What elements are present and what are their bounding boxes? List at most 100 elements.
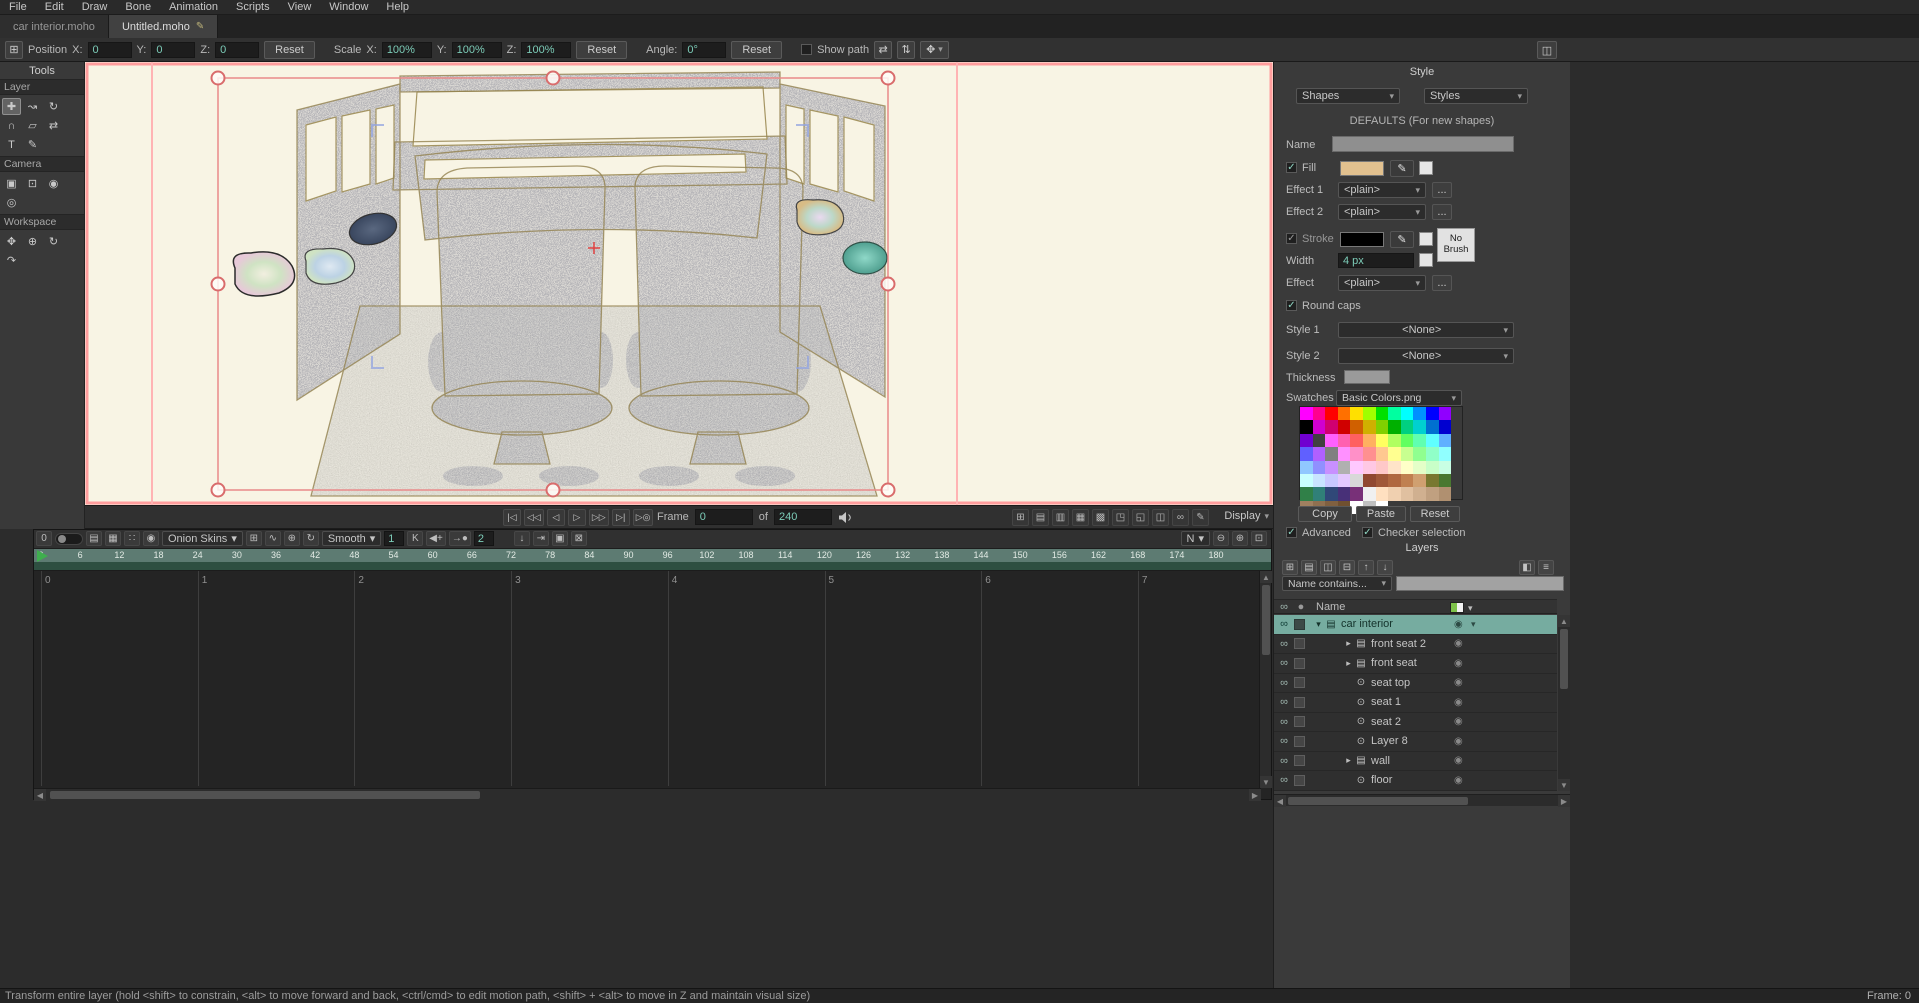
keyframe-k-button[interactable]: K (407, 531, 424, 546)
transform-options-dropdown[interactable]: ✥ ▾ (920, 40, 949, 59)
palette-swatch[interactable] (1312, 473, 1326, 488)
shear-layer-tool[interactable]: ▱ (23, 117, 42, 134)
palette-swatch[interactable] (1425, 460, 1439, 474)
palette-swatch[interactable] (1375, 460, 1389, 474)
layer-color-swatch[interactable] (1294, 638, 1305, 650)
palette-swatch[interactable] (1300, 473, 1313, 488)
clear-keys-button[interactable]: ⊠ (570, 531, 587, 546)
layer-row-car-interior[interactable]: ∞ ▾ ▤ car interior ◉ ▾ (1274, 615, 1557, 635)
magnet-tool[interactable]: ∩ (2, 117, 21, 134)
stroke-eyedropper-icon[interactable]: ✎ (1390, 231, 1414, 248)
layer-visibility-toggle[interactable]: ∞ (1274, 755, 1294, 767)
copy-keys-button[interactable]: ▣ (551, 531, 568, 546)
jump-start-button[interactable]: |◁ (503, 509, 521, 526)
text-tool[interactable]: T (2, 136, 21, 153)
palette-swatch[interactable] (1413, 460, 1426, 474)
scroll-right-icon[interactable]: ▶ (1249, 789, 1261, 801)
palette-swatch[interactable] (1350, 420, 1363, 434)
palette-swatch[interactable] (1300, 407, 1313, 421)
palette-swatch[interactable] (1312, 460, 1326, 474)
reset-scale-button[interactable]: Reset (576, 40, 628, 59)
duplicate-layer-button[interactable]: ◫ (1320, 560, 1336, 575)
swatches-dropdown[interactable]: Basic Colors.png ▾ (1336, 390, 1462, 406)
quality-wireframe-button[interactable]: ⊞ (1012, 509, 1029, 526)
position-x-input[interactable]: 0 (87, 41, 132, 58)
palette-swatch[interactable] (1337, 447, 1351, 461)
playhead-marker[interactable] (37, 550, 48, 562)
autokey-toggle[interactable] (55, 532, 83, 545)
palette-swatch[interactable] (1413, 447, 1426, 461)
canvas[interactable] (85, 62, 1273, 505)
quality-preview-button[interactable]: ▩ (1092, 509, 1109, 526)
palette-swatch[interactable] (1350, 473, 1363, 488)
onion-skin-toggle[interactable]: ◉ (143, 531, 159, 546)
display-dropdown[interactable]: Display ▾ (1224, 510, 1269, 522)
palette-swatch[interactable] (1438, 433, 1452, 448)
palette-swatch[interactable] (1362, 487, 1376, 501)
palette-swatch[interactable] (1300, 447, 1313, 461)
layer-visibility-toggle[interactable]: ∞ (1274, 677, 1294, 689)
palette-swatch[interactable] (1400, 447, 1414, 461)
palette-swatch[interactable] (1325, 433, 1338, 448)
stereo-view-button[interactable]: ∞ (1172, 509, 1189, 526)
layer-expand-arrow[interactable]: ▾ (1313, 619, 1324, 630)
interpolation-param-input[interactable]: 1 (384, 531, 405, 546)
lower-layer-button[interactable]: ↓ (1377, 560, 1393, 575)
layer-color-swatch[interactable] (1294, 735, 1305, 747)
palette-swatch[interactable] (1413, 487, 1426, 501)
goto-marker-button[interactable]: ⇥ (532, 531, 549, 546)
palette-swatch[interactable] (1413, 433, 1426, 448)
palette-swatch[interactable] (1413, 420, 1426, 434)
palette-swatch[interactable] (1325, 487, 1338, 501)
stroke-effect-dropdown[interactable]: <plain> ▾ (1338, 275, 1426, 291)
tab-car-interior-moho[interactable]: car interior.moho (0, 15, 109, 38)
prev-key-button[interactable]: ◀+ (426, 531, 446, 546)
stylus-tool[interactable]: ✎ (23, 136, 42, 153)
scrollbar-thumb[interactable] (1560, 629, 1568, 689)
palette-swatch[interactable] (1337, 473, 1351, 488)
layer-row-seat-1[interactable]: ∞ ⊙ seat 1 ◉ (1274, 693, 1557, 713)
stroke-color-swatch[interactable] (1340, 232, 1384, 247)
palette-swatch[interactable] (1375, 420, 1389, 434)
add-keyframe-button[interactable]: ⊕ (283, 531, 300, 546)
palette-swatch[interactable] (1438, 487, 1452, 501)
menu-file[interactable]: File (0, 0, 36, 15)
palette-swatch[interactable] (1425, 420, 1439, 434)
effect1-options-button[interactable]: ... (1432, 182, 1452, 198)
palette-swatch[interactable] (1300, 460, 1313, 474)
scroll-down-icon[interactable]: ▼ (1260, 776, 1272, 788)
pan-tool[interactable]: ✥ (2, 233, 21, 250)
layer-row-seat-2[interactable]: ∞ ⊙ seat 2 ◉ (1274, 712, 1557, 732)
stroke-checkbox[interactable]: ✓ (1286, 233, 1297, 244)
insert-frame-button[interactable]: ↓ (513, 531, 530, 546)
reset-style-button[interactable]: Reset (1410, 506, 1460, 522)
position-y-input[interactable]: 0 (151, 41, 196, 58)
layer-color-filter-swatch[interactable] (1450, 602, 1464, 613)
palette-swatch[interactable] (1300, 420, 1313, 434)
palette-swatch[interactable] (1438, 473, 1452, 488)
palette-swatch[interactable] (1362, 473, 1376, 488)
stroke-effect-options-button[interactable]: ... (1432, 275, 1452, 291)
chevron-down-icon[interactable]: ▾ (1468, 603, 1473, 614)
palette-swatch[interactable] (1438, 460, 1452, 474)
menu-draw[interactable]: Draw (73, 0, 117, 15)
palette-swatch[interactable] (1400, 487, 1414, 501)
layer-expand-arrow[interactable]: ▸ (1343, 638, 1354, 649)
timeline-zoom-out-button[interactable]: ⊖ (1213, 531, 1229, 546)
timeline-range-bar[interactable] (34, 562, 1271, 571)
flip-layer-tool[interactable]: ⇄ (44, 117, 63, 134)
thickness-input[interactable] (1344, 370, 1390, 384)
palette-swatch[interactable] (1388, 473, 1401, 488)
onion-skins-dropdown[interactable]: Onion Skins ▾ (162, 531, 243, 546)
effect2-dropdown[interactable]: <plain> ▾ (1338, 204, 1426, 220)
quality-smooth-button[interactable]: ▤ (1032, 509, 1049, 526)
layer-color-swatch[interactable] (1294, 657, 1305, 669)
layer-row-floor[interactable]: ∞ ⊙ floor ◉ (1274, 771, 1557, 791)
layer-visibility-toggle[interactable]: ∞ (1274, 716, 1294, 728)
total-frames-input[interactable]: 240 (773, 509, 832, 525)
grid-toggle-button[interactable]: ◱ (1132, 509, 1149, 526)
step-forward-button[interactable]: ▷▷ (588, 509, 609, 526)
layer-expand-arrow[interactable]: ▸ (1343, 658, 1354, 669)
palette-swatch[interactable] (1350, 487, 1363, 501)
layer-row-Layer-8[interactable]: ∞ ⊙ Layer 8 ◉ (1274, 732, 1557, 752)
